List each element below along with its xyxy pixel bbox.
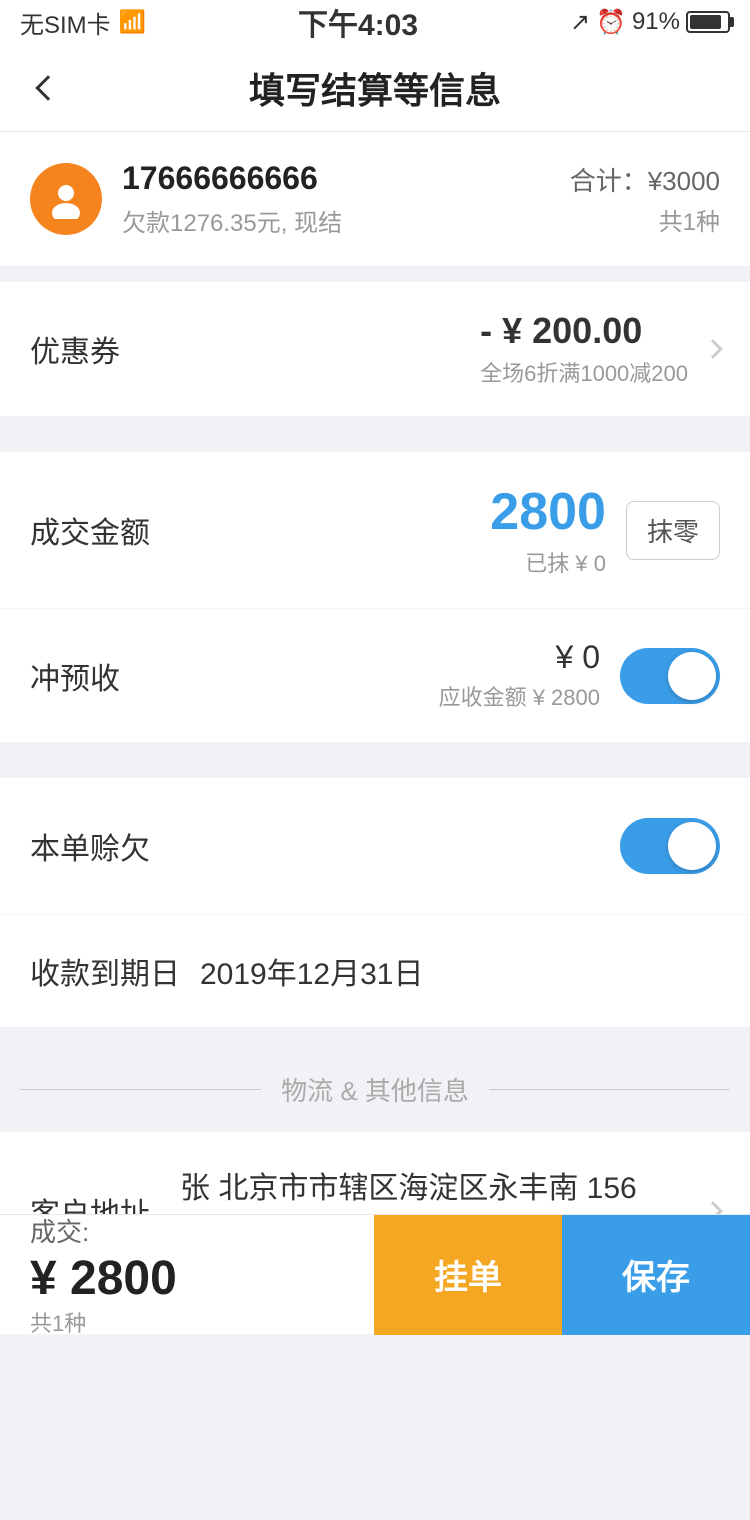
coupon-row[interactable]: 优惠券 - ¥ 200.00 全场6折满1000减200 — [0, 282, 750, 416]
coupon-desc: 全场6折满1000减200 — [480, 356, 688, 388]
avatar — [30, 163, 102, 235]
coupon-label: 优惠券 — [30, 327, 120, 371]
deal-amount-value: 2800 — [490, 482, 606, 542]
logistics-text: 物流 & 其他信息 — [281, 1071, 469, 1108]
logistics-divider-top — [0, 1027, 750, 1047]
debt-toggle[interactable] — [620, 818, 720, 874]
deal-amount-label: 成交金额 — [30, 508, 150, 552]
section-divider-1 — [0, 432, 750, 452]
duedate-value: 2019年12月31日 — [200, 949, 423, 993]
prepay-row: 冲预收 ¥ 0 应收金额 ¥ 2800 — [0, 608, 750, 742]
status-bar: 无SIM卡 📶 下午4:03 ↗ ⏰ 91% — [0, 0, 750, 44]
bottom-price: ¥ 2800 — [30, 1251, 374, 1306]
amount-section: 成交金额 2800 已抹 ¥ 0 抹零 — [0, 452, 750, 608]
back-button[interactable] — [28, 68, 68, 108]
total-label: 合计：¥3000 — [570, 161, 720, 198]
debt-toggle-knob — [668, 822, 716, 870]
customer-subtitle: 欠款1276.35元, 现结 — [122, 203, 342, 238]
status-time: 下午4:03 — [298, 0, 418, 44]
prepay-sub: 应收金额 ¥ 2800 — [120, 680, 600, 712]
bottom-bar: 成交: ¥ 2800 共1种 挂单 保存 — [0, 1214, 750, 1334]
prepay-value: ¥ 0 — [120, 639, 600, 676]
carrier-text: 无SIM卡 — [20, 5, 111, 40]
status-left: 无SIM卡 📶 — [20, 5, 146, 40]
customer-right: 合计：¥3000 共1种 — [570, 161, 720, 237]
prepay-label: 冲预收 — [30, 654, 120, 698]
bottom-deal-label: 成交: — [30, 1212, 374, 1249]
back-arrow-icon — [35, 75, 60, 100]
coupon-amount: - ¥ 200.00 — [480, 310, 688, 352]
logistics-line-left — [20, 1089, 261, 1090]
customer-phone: 17666666666 — [122, 160, 342, 197]
status-right: ↗ ⏰ 91% — [570, 8, 730, 37]
chevron-right-icon — [703, 339, 723, 359]
deal-amount-right: 2800 已抹 ¥ 0 抹零 — [490, 482, 720, 578]
deal-amount-sub: 已抹 ¥ 0 — [490, 546, 606, 578]
deal-amount-row: 成交金额 2800 已抹 ¥ 0 抹零 — [30, 452, 720, 608]
battery-percent: 91% — [632, 8, 680, 36]
section-divider-2 — [0, 742, 750, 762]
alarm-icon: ⏰ — [596, 8, 626, 37]
logistics-line-right — [489, 1089, 730, 1090]
total-count: 共1种 — [570, 202, 720, 237]
hold-button[interactable]: 挂单 — [374, 1215, 562, 1335]
nav-bar: 填写结算等信息 — [0, 44, 750, 132]
customer-info: 17666666666 欠款1276.35元, 现结 — [122, 160, 342, 238]
logistics-label-row: 物流 & 其他信息 — [0, 1047, 750, 1132]
deal-amount-value-block: 2800 已抹 ¥ 0 — [490, 482, 606, 578]
battery-icon — [686, 11, 730, 33]
location-icon: ↗ — [570, 8, 590, 37]
coupon-right: - ¥ 200.00 全场6折满1000减200 — [480, 310, 720, 388]
debt-label: 本单赊欠 — [30, 824, 150, 868]
prepay-value-block: ¥ 0 应收金额 ¥ 2800 — [120, 639, 600, 712]
customer-left: 17666666666 欠款1276.35元, 现结 — [30, 160, 342, 238]
duedate-row: 收款到期日 2019年12月31日 — [0, 914, 750, 1027]
save-button[interactable]: 保存 — [562, 1215, 750, 1335]
toggle-knob — [668, 652, 716, 700]
bottom-info: 成交: ¥ 2800 共1种 — [0, 1212, 374, 1338]
debt-row: 本单赊欠 — [0, 778, 750, 914]
duedate-label: 收款到期日 — [30, 949, 180, 993]
battery-fill — [690, 15, 721, 29]
round-off-button[interactable]: 抹零 — [626, 501, 720, 560]
coupon-value-block: - ¥ 200.00 全场6折满1000减200 — [480, 310, 688, 388]
wifi-icon: 📶 — [119, 9, 146, 35]
prepay-toggle[interactable] — [620, 648, 720, 704]
bottom-count: 共1种 — [30, 1306, 374, 1338]
page-title: 填写结算等信息 — [249, 62, 501, 114]
customer-card: 17666666666 欠款1276.35元, 现结 合计：¥3000 共1种 — [0, 132, 750, 266]
